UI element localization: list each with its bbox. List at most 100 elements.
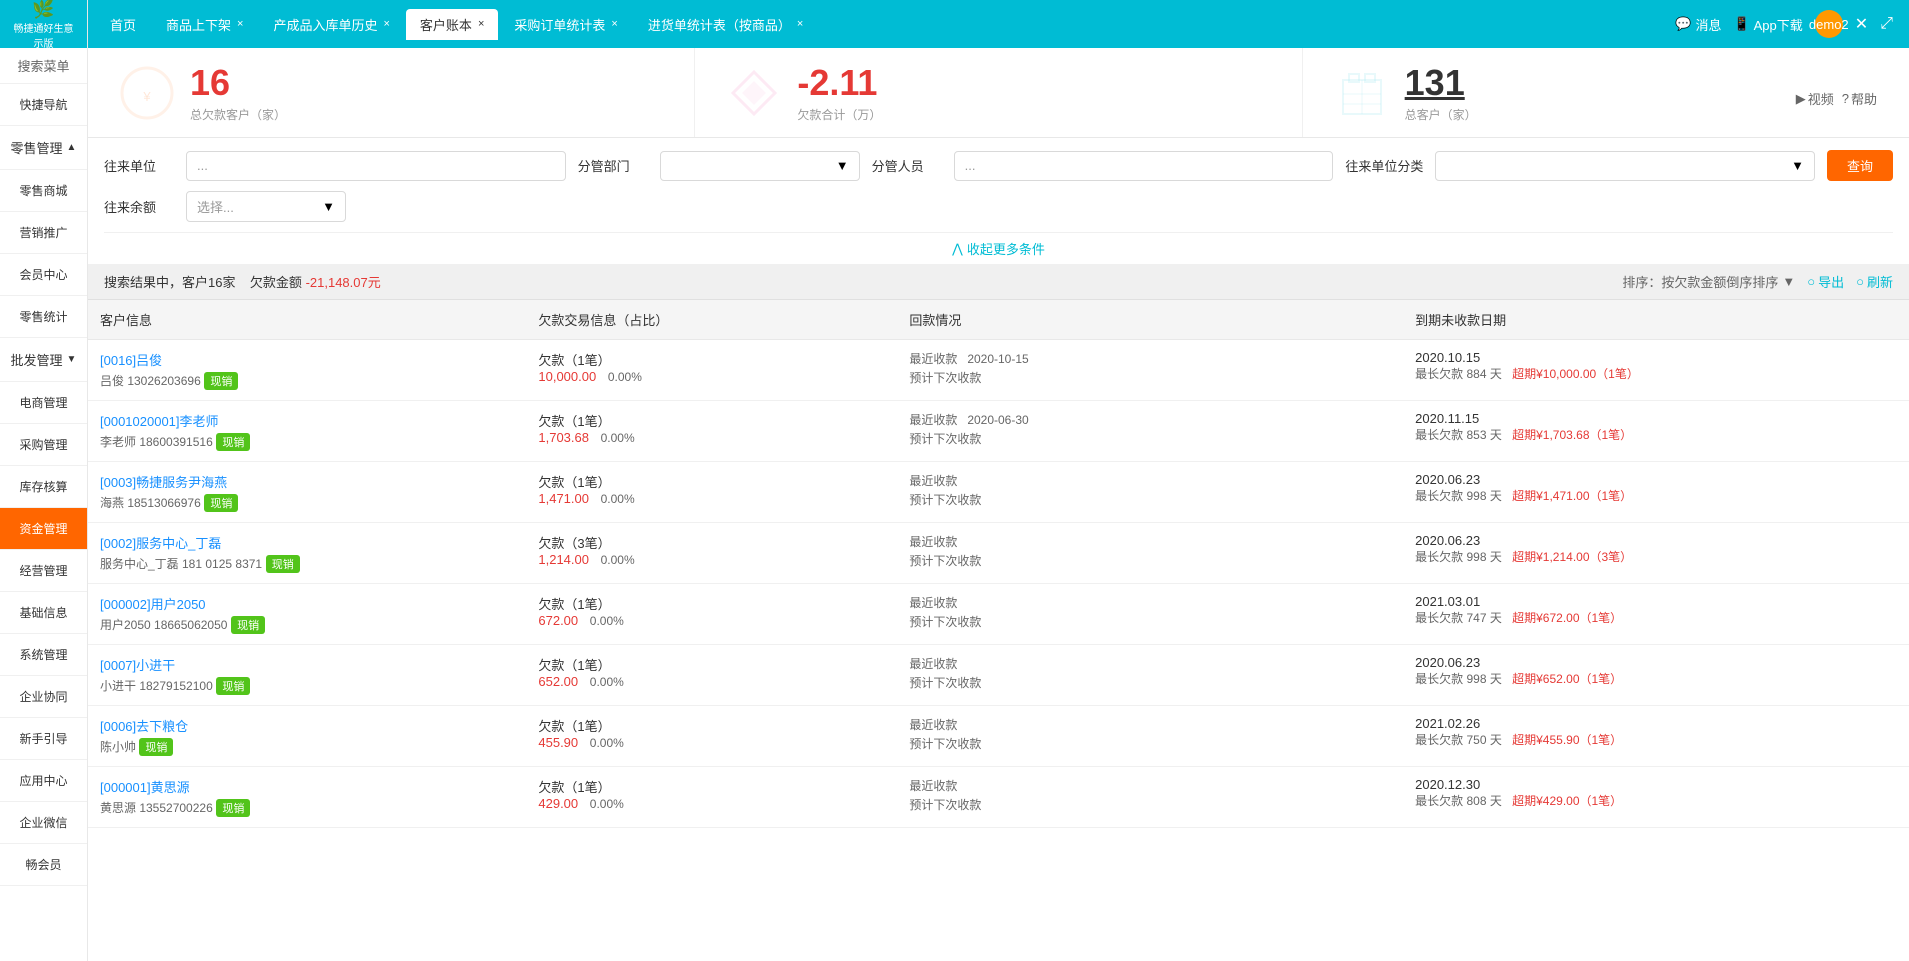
filter-select-balance[interactable]: 选择... ▼ [186,191,346,222]
debt-ratio-3: 0.00% [601,553,635,567]
overdue-amount-7[interactable]: 超期¥429.00（1笔） [1512,794,1622,808]
tab-warehouse-close[interactable]: × [383,18,389,30]
tab-purchase-stats-close[interactable]: × [611,18,617,30]
overdue-cell-3: 2020.06.23 最长欠款 998 天 超期¥1,214.00（3笔） [1403,523,1909,584]
sidebar-item-member[interactable]: 会员中心 [0,254,87,296]
video-icon: ▶ [1796,91,1806,107]
close-window-btn[interactable]: ✕ [1855,14,1868,34]
stat-body-debt: 16 总欠款客户（家） [190,62,286,123]
table-row: [0001020001]李老师 李老师 18600391516 现销 欠款（1笔… [88,401,1909,462]
sidebar-item-wechat[interactable]: 企业微信 [0,802,87,844]
tab-customer-account[interactable]: 客户账本 × [406,9,498,40]
debt-count-5: 欠款（1笔） [538,658,610,673]
overdue-amount-1[interactable]: 超期¥1,703.68（1笔） [1512,428,1632,442]
sidebar-item-retail[interactable]: 零售管理 ▲ [0,126,87,170]
next-label-4: 预计下次收款 [909,613,1391,630]
overdue-amount-6[interactable]: 超期¥455.90（1笔） [1512,733,1622,747]
tab-products-close[interactable]: × [237,18,243,30]
sidebar-item-apps[interactable]: 应用中心 [0,760,87,802]
tab-customer-account-close[interactable]: × [478,18,484,30]
filter-input-person[interactable]: ... [954,151,1334,181]
customer-tag-7: 现销 [216,799,250,817]
sidebar-item-shop[interactable]: 零售商城 [0,170,87,212]
sidebar-item-management[interactable]: 经营管理 [0,550,87,592]
debt-count-1: 欠款（1笔） [538,414,610,429]
filter-select-dept[interactable]: ▼ [660,151,860,181]
stat-icon-diamond [727,66,781,120]
sidebar-item-wholesale[interactable]: 批发管理 ▼ [0,338,87,382]
filter-select-category[interactable]: ▼ [1435,151,1815,181]
sidebar-item-vip[interactable]: 畅会员 [0,844,87,886]
customer-name-4[interactable]: [000002]用户2050 [100,594,514,613]
overdue-amount-3[interactable]: 超期¥1,214.00（3笔） [1512,550,1632,564]
debt-ratio-7: 0.00% [590,797,624,811]
overdue-days-1: 最长欠款 853 天 [1415,428,1508,442]
user-area[interactable]: demo2 [1815,10,1843,38]
customer-name-1[interactable]: [0001020001]李老师 [100,411,514,430]
sidebar-item-finance[interactable]: 资金管理 [0,508,87,550]
filter-input-unit[interactable]: ... [186,151,566,181]
sidebar-item-marketing[interactable]: 营销推广 [0,212,87,254]
customer-name-0[interactable]: [0016]吕俊 [100,350,514,369]
fullscreen-btn[interactable]: ⤢ [1880,15,1893,33]
tab-products[interactable]: 商品上下架 × [152,9,257,40]
tab-inbound-stats-close[interactable]: × [797,18,803,30]
debt-cell-1: 欠款（1笔） 1,703.68 0.00% [526,401,897,462]
video-btn[interactable]: ▶ 视频 [1796,89,1834,108]
tab-home[interactable]: 首页 [96,9,150,40]
customer-cell-5: [0007]小进干 小进干 18279152100 现销 [88,645,526,706]
sidebar-item-system[interactable]: 系统管理 [0,634,87,676]
customer-name-5[interactable]: [0007]小进干 [100,655,514,674]
tab-warehouse[interactable]: 产成品入库单历史 × [259,9,403,40]
debt-count-4: 欠款（1笔） [538,597,610,612]
debt-count-7: 欠款（1笔） [538,780,610,795]
sidebar-item-basic[interactable]: 基础信息 [0,592,87,634]
sidebar-search[interactable]: 搜索菜单 [0,48,87,84]
customer-name-2[interactable]: [0003]畅捷服务尹海燕 [100,472,514,491]
sort-select[interactable]: 排序：按欠款金额倒序排序 ▼ [1622,272,1795,291]
category-arrow-icon: ▼ [1791,158,1804,173]
stat-icon-building [1335,66,1389,120]
overdue-amount-0[interactable]: 超期¥10,000.00（1笔） [1512,367,1639,381]
customer-name-6[interactable]: [0006]去下粮仓 [100,716,514,735]
sidebar-item-guide[interactable]: 新手引导 [0,718,87,760]
recovery-row-5: 最近收款 预计下次收款 [909,655,1391,691]
sidebar-item-purchase[interactable]: 采购管理 [0,424,87,466]
debt-amount-1: 1,703.68 [538,430,589,445]
result-summary: 搜索结果中，客户16家 欠款金额 -21,148.07元 [104,272,381,291]
debt-amount-6: 455.90 [538,735,578,750]
sidebar-item-ecommerce[interactable]: 电商管理 [0,382,87,424]
customer-name-3[interactable]: [0002]服务中心_丁磊 [100,533,514,552]
debt-cell-7: 欠款（1笔） 429.00 0.00% [526,767,897,828]
sidebar-item-retailstats[interactable]: 零售统计 [0,296,87,338]
query-button[interactable]: 查询 [1827,150,1893,181]
sidebar-item-inventory[interactable]: 库存核算 [0,466,87,508]
recent-label-1: 最近收款 2020-06-30 [909,411,1391,428]
table-header-row: 客户信息 欠款交易信息（占比） 回款情况 到期未收款日期 [88,300,1909,340]
debt-cell-2: 欠款（1笔） 1,471.00 0.00% [526,462,897,523]
customer-name-7[interactable]: [000001]黄思源 [100,777,514,796]
export-button[interactable]: ○ 导出 [1807,272,1844,291]
logo-text: 畅捷通好生意 [14,20,74,35]
recent-label-7: 最近收款 [909,777,1391,794]
stat-total-debt: -2.11 欠款合计（万） [695,48,1302,137]
customer-tag-3: 现销 [266,555,300,573]
sidebar-item-nav[interactable]: 快捷导航 [0,84,87,126]
overdue-amount-2[interactable]: 超期¥1,471.00（1笔） [1512,489,1632,503]
recent-label-6: 最近收款 [909,716,1391,733]
msg-btn[interactable]: 💬 消息 [1675,15,1721,34]
result-bar: 搜索结果中，客户16家 欠款金额 -21,148.07元 排序：按欠款金额倒序排… [88,264,1909,300]
tab-purchase-stats[interactable]: 采购订单统计表 × [500,9,631,40]
tab-inbound-stats[interactable]: 进货单统计表（按商品） × [634,9,817,40]
collapse-button[interactable]: ⋀ 收起更多条件 [104,232,1893,264]
app-download-btn[interactable]: 📱 App下载 [1733,15,1802,34]
customer-tag-2: 现销 [204,494,238,512]
table-row: [0007]小进干 小进干 18279152100 现销 欠款（1笔） 652.… [88,645,1909,706]
recovery-cell-6: 最近收款 预计下次收款 [897,706,1403,767]
app-logo: 🌿 畅捷通好生意 示版 [0,0,87,48]
overdue-amount-5[interactable]: 超期¥652.00（1笔） [1512,672,1622,686]
sidebar-item-collab[interactable]: 企业协同 [0,676,87,718]
refresh-button[interactable]: ○ 刷新 [1856,272,1893,291]
help-btn[interactable]: ? 帮助 [1842,89,1877,108]
overdue-amount-4[interactable]: 超期¥672.00（1笔） [1512,611,1622,625]
